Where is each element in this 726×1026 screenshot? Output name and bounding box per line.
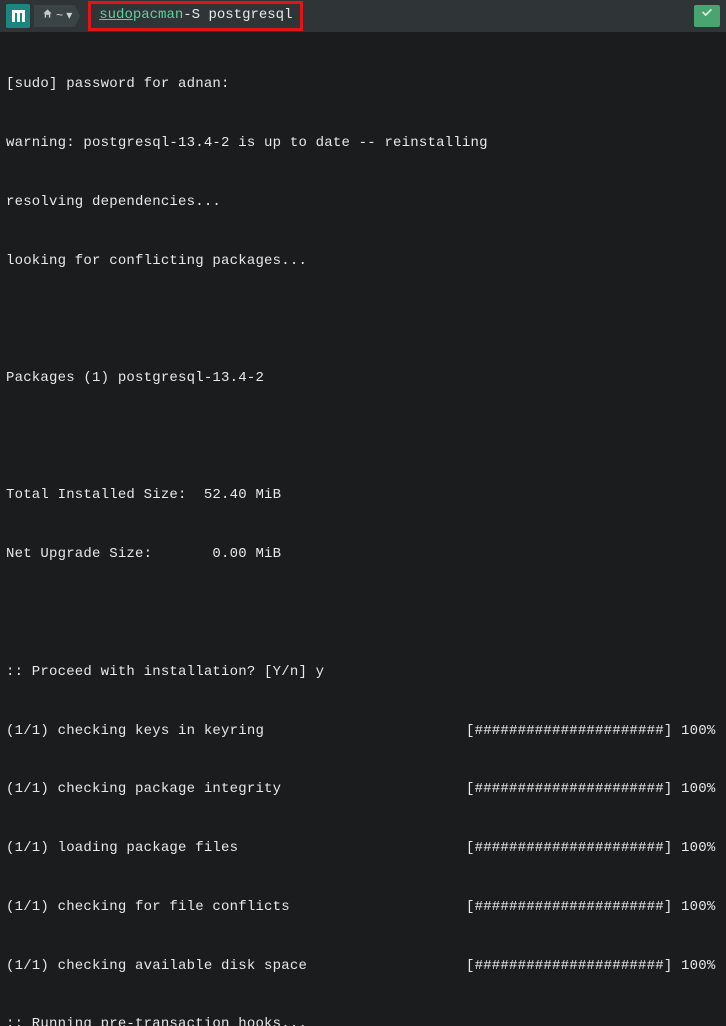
progress-line: (1/1) checking for file conflicts[######…	[6, 898, 720, 918]
cmd-pacman: pacman	[133, 6, 183, 26]
crumb-label: ~	[56, 8, 63, 25]
output-line: warning: postgresql-13.4-2 is up to date…	[6, 134, 720, 154]
command-highlight: sudo pacman -S postgresql	[88, 1, 303, 31]
progress-label: (1/1) checking for file conflicts	[6, 898, 466, 918]
output-line	[6, 604, 720, 624]
cmd-args: -S postgresql	[183, 6, 292, 26]
progress-line: (1/1) loading package files[############…	[6, 839, 720, 859]
distro-logo	[6, 4, 30, 28]
progress-bar: [######################] 100%	[466, 898, 715, 918]
check-icon	[700, 5, 714, 27]
output-line: looking for conflicting packages...	[6, 252, 720, 272]
output-line: Net Upgrade Size: 0.00 MiB	[6, 545, 720, 565]
output-line: Packages (1) postgresql-13.4-2	[6, 369, 720, 389]
progress-label: (1/1) checking package integrity	[6, 780, 466, 800]
output-line: :: Running pre-transaction hooks...	[6, 1015, 720, 1026]
progress-label: (1/1) loading package files	[6, 839, 466, 859]
output-line: resolving dependencies...	[6, 193, 720, 213]
progress-line: (1/1) checking keys in keyring[#########…	[6, 722, 720, 742]
progress-label: (1/1) checking keys in keyring	[6, 722, 466, 742]
confirm-button[interactable]	[694, 5, 720, 27]
progress-bar: [######################] 100%	[466, 780, 715, 800]
progress-bar: [######################] 100%	[466, 839, 715, 859]
progress-bar: [######################] 100%	[466, 722, 715, 742]
cmd-sudo: sudo	[99, 6, 133, 26]
progress-bar: [######################] 100%	[466, 957, 715, 977]
output-line	[6, 310, 720, 330]
output-line	[6, 428, 720, 448]
titlebar-right	[694, 5, 720, 27]
progress-line: (1/1) checking available disk space[####…	[6, 957, 720, 977]
output-line: Total Installed Size: 52.40 MiB	[6, 486, 720, 506]
terminal-output[interactable]: [sudo] password for adnan: warning: post…	[0, 32, 726, 1026]
chevron-down-icon: ▾	[66, 8, 72, 25]
home-icon	[42, 8, 53, 25]
progress-line: (1/1) checking package integrity[#######…	[6, 780, 720, 800]
output-line: :: Proceed with installation? [Y/n] y	[6, 663, 720, 683]
progress-label: (1/1) checking available disk space	[6, 957, 466, 977]
breadcrumb-home[interactable]: ~ ▾	[34, 5, 80, 28]
output-line: [sudo] password for adnan:	[6, 75, 720, 95]
title-bar: ~ ▾ sudo pacman -S postgresql	[0, 0, 726, 32]
